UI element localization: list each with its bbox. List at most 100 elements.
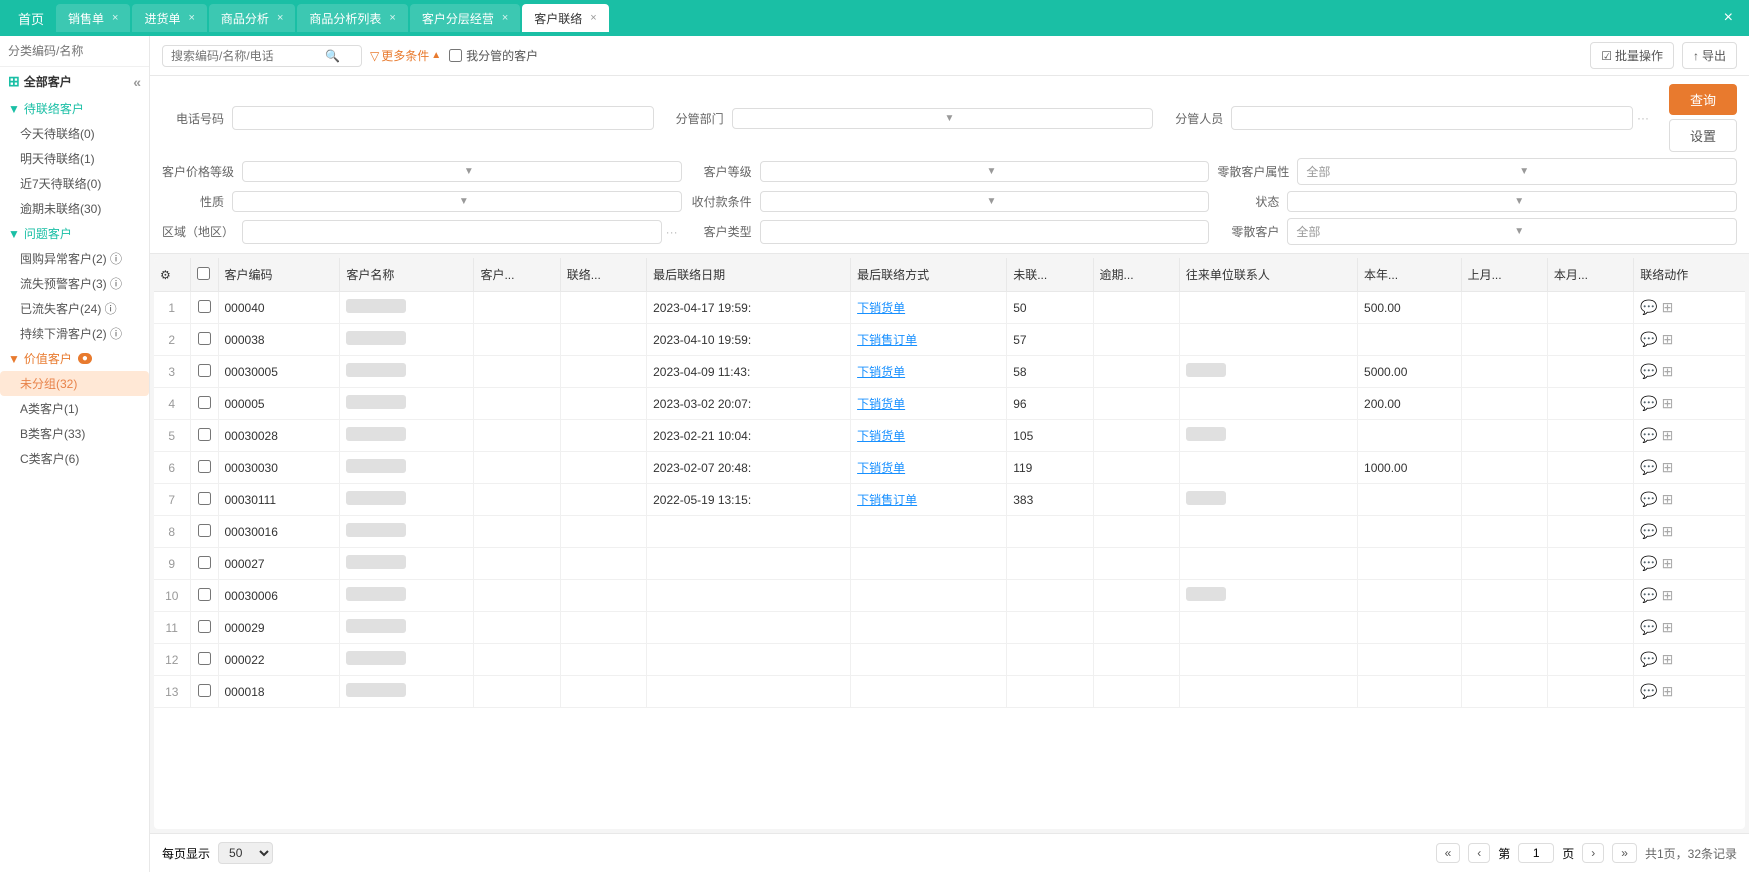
check-col-header[interactable]	[190, 258, 218, 292]
settings-icon[interactable]: ⚙	[160, 268, 171, 282]
last-way-link[interactable]: 下销货单	[857, 461, 905, 475]
chat-icon[interactable]: 💬	[1640, 459, 1657, 476]
grid-action-icon[interactable]: ⊞	[1662, 427, 1674, 444]
grid-action-icon[interactable]: ⊞	[1662, 651, 1674, 668]
sidebar-item-churned[interactable]: 已流失客户(24) ⓘ	[0, 296, 149, 321]
manager-dots-icon[interactable]: ···	[1633, 111, 1653, 125]
chat-icon[interactable]: 💬	[1640, 427, 1657, 444]
close-tab-contact[interactable]: ×	[590, 12, 596, 24]
tab-product-analysis[interactable]: 商品分析 ×	[209, 4, 295, 32]
nature-select[interactable]: ▼	[232, 191, 682, 212]
chat-icon[interactable]: 💬	[1640, 683, 1657, 700]
sidebar-all-customers[interactable]: ⊞ 全部客户 «	[0, 67, 149, 96]
next-page-btn[interactable]: ›	[1582, 843, 1604, 863]
retail-cust-select[interactable]: 全部 ▼	[1287, 218, 1737, 245]
prev-page-btn[interactable]: ‹	[1468, 843, 1490, 863]
cust-level-select[interactable]: ▼	[760, 161, 1210, 182]
close-tab-segment[interactable]: ×	[502, 12, 508, 24]
tab-sales-order[interactable]: 销售单 ×	[56, 4, 130, 32]
close-tab-sales[interactable]: ×	[112, 12, 118, 24]
chat-icon[interactable]: 💬	[1640, 331, 1657, 348]
row-check[interactable]	[190, 676, 218, 708]
row-check[interactable]	[190, 516, 218, 548]
tab-customer-contact[interactable]: 客户联络 ×	[522, 4, 608, 32]
grid-action-icon[interactable]: ⊞	[1662, 363, 1674, 380]
grid-action-icon[interactable]: ⊞	[1662, 331, 1674, 348]
chat-icon[interactable]: 💬	[1640, 395, 1657, 412]
retail-attr-select[interactable]: 全部 ▼	[1297, 158, 1737, 185]
sidebar-search-input[interactable]	[8, 44, 150, 58]
my-customers-checkbox[interactable]	[449, 49, 462, 62]
chat-icon[interactable]: 💬	[1640, 299, 1657, 316]
sidebar-item-abnormal[interactable]: 囤购异常客户(2) ⓘ	[0, 246, 149, 271]
tab-purchase-order[interactable]: 进货单 ×	[132, 4, 206, 32]
collapse-sidebar-icon[interactable]: «	[133, 74, 141, 90]
grid-action-icon[interactable]: ⊞	[1662, 395, 1674, 412]
sidebar-search-box[interactable]: 🔍	[0, 36, 149, 67]
last-way-link[interactable]: 下销售订单	[857, 333, 917, 347]
close-tab-purchase[interactable]: ×	[188, 12, 194, 24]
row-check[interactable]	[190, 484, 218, 516]
last-way-link[interactable]: 下销售订单	[857, 493, 917, 507]
grid-action-icon[interactable]: ⊞	[1662, 619, 1674, 636]
grid-action-icon[interactable]: ⊞	[1662, 683, 1674, 700]
sidebar-group-problem[interactable]: ▼ 问题客户	[0, 221, 149, 246]
my-customers-label[interactable]: 我分管的客户	[449, 47, 538, 64]
chat-icon[interactable]: 💬	[1640, 363, 1657, 380]
reset-button[interactable]: 设置	[1669, 119, 1737, 152]
window-close-icon[interactable]: ×	[1716, 9, 1741, 27]
chat-icon[interactable]: 💬	[1640, 555, 1657, 572]
sidebar-group-value[interactable]: ▼ 价值客户 ●	[0, 346, 149, 371]
price-level-select[interactable]: ▼	[242, 161, 682, 182]
row-check[interactable]	[190, 548, 218, 580]
row-check[interactable]	[190, 324, 218, 356]
sidebar-item-overdue[interactable]: 逾期未联络(30)	[0, 196, 149, 221]
sidebar-item-today[interactable]: 今天待联络(0)	[0, 121, 149, 146]
phone-input[interactable]	[232, 106, 654, 130]
row-check[interactable]	[190, 388, 218, 420]
grid-action-icon[interactable]: ⊞	[1662, 491, 1674, 508]
page-number-input[interactable]	[1518, 843, 1554, 863]
status-select[interactable]: ▼	[1287, 191, 1737, 212]
search-box[interactable]: 🔍	[162, 45, 362, 67]
grid-action-icon[interactable]: ⊞	[1662, 459, 1674, 476]
first-page-btn[interactable]: «	[1436, 843, 1461, 863]
sidebar-item-7days[interactable]: 近7天待联络(0)	[0, 171, 149, 196]
cust-type-input[interactable]	[760, 220, 1210, 244]
sidebar-item-ungrouped[interactable]: 未分组(32)	[0, 371, 149, 396]
row-check[interactable]	[190, 292, 218, 324]
manager-input[interactable]	[1231, 106, 1633, 130]
grid-action-icon[interactable]: ⊞	[1662, 587, 1674, 604]
last-way-link[interactable]: 下销货单	[857, 365, 905, 379]
row-check[interactable]	[190, 644, 218, 676]
region-dots-icon[interactable]: ···	[662, 225, 682, 239]
query-button[interactable]: 查询	[1669, 84, 1737, 115]
sidebar-item-tomorrow[interactable]: 明天待联络(1)	[0, 146, 149, 171]
close-tab-product-list[interactable]: ×	[389, 12, 395, 24]
dept-select[interactable]: ▼	[732, 108, 1154, 129]
payment-select[interactable]: ▼	[760, 191, 1210, 212]
last-page-btn[interactable]: »	[1612, 843, 1637, 863]
select-all-checkbox[interactable]	[197, 267, 210, 280]
chat-icon[interactable]: 💬	[1640, 523, 1657, 540]
row-check[interactable]	[190, 452, 218, 484]
row-check[interactable]	[190, 580, 218, 612]
settings-col-header[interactable]: ⚙	[154, 258, 190, 292]
row-check[interactable]	[190, 356, 218, 388]
close-tab-product-analysis[interactable]: ×	[277, 12, 283, 24]
last-way-link[interactable]: 下销货单	[857, 429, 905, 443]
sidebar-item-churn-warning[interactable]: 流失预警客户(3) ⓘ	[0, 271, 149, 296]
last-way-link[interactable]: 下销货单	[857, 397, 905, 411]
search-input[interactable]	[171, 49, 321, 63]
nav-home[interactable]: 首页	[8, 9, 54, 28]
tab-product-analysis-list[interactable]: 商品分析列表 ×	[297, 4, 407, 32]
last-way-link[interactable]: 下销货单	[857, 301, 905, 315]
chat-icon[interactable]: 💬	[1640, 587, 1657, 604]
region-input[interactable]	[242, 220, 662, 244]
more-conditions-btn[interactable]: ▽ 更多条件 ▲	[370, 47, 441, 64]
row-check[interactable]	[190, 612, 218, 644]
chat-icon[interactable]: 💬	[1640, 491, 1657, 508]
batch-op-btn[interactable]: ☑ 批量操作	[1590, 42, 1674, 69]
chat-icon[interactable]: 💬	[1640, 651, 1657, 668]
sidebar-item-declining[interactable]: 持续下滑客户(2) ⓘ	[0, 321, 149, 346]
